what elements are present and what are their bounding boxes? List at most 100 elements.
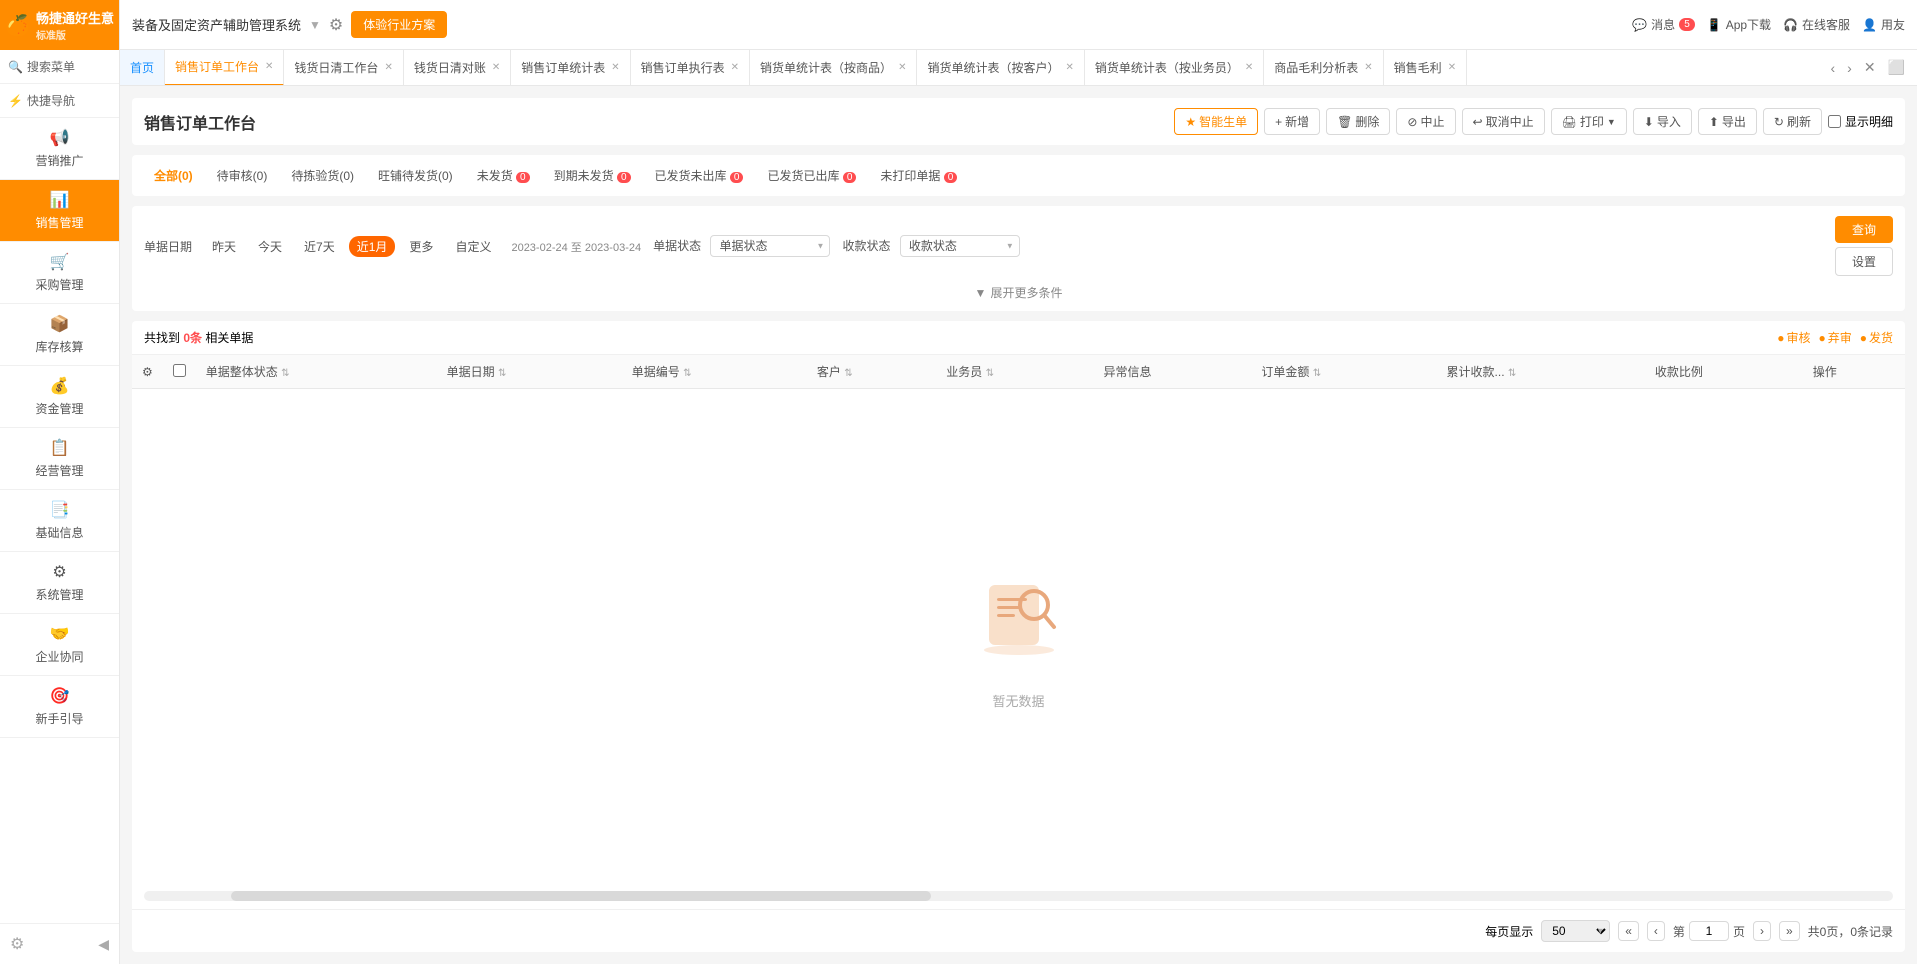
topbar-dropdown-icon[interactable]: ▼	[309, 18, 321, 32]
show-detail-label[interactable]: 显示明细	[1828, 113, 1893, 130]
tab-sale-profit-close[interactable]: ✕	[1448, 62, 1456, 73]
message-action[interactable]: 💬 消息 5	[1632, 16, 1695, 33]
tab-sale-stats[interactable]: 销售订单统计表 ✕	[511, 50, 630, 86]
smart-create-btn[interactable]: ★ 智能生单	[1174, 108, 1258, 135]
prev-page-btn[interactable]: ‹	[1647, 921, 1665, 941]
sidebar-item-base-info[interactable]: 📑 基础信息	[0, 490, 119, 552]
import-btn[interactable]: ⬇ 导入	[1633, 108, 1692, 135]
sidebar-quick-nav[interactable]: ⚡ 快捷导航	[0, 84, 119, 118]
sort-icon[interactable]: ⇅	[1313, 368, 1321, 379]
expand-filter-btn[interactable]: ▼ 展开更多条件	[975, 284, 1063, 301]
tab-home[interactable]: 首页	[120, 50, 165, 86]
settings-gear-icon[interactable]: ⚙	[142, 365, 153, 379]
sort-icon[interactable]: ⇅	[683, 368, 691, 379]
cancel-stop-btn[interactable]: ↩ 取消中止	[1462, 108, 1545, 135]
subtab-shipped-out[interactable]: 已发货已出库 0	[757, 163, 866, 188]
sort-icon[interactable]: ⇅	[844, 368, 852, 379]
status-filter-select[interactable]: 单据状态	[710, 235, 830, 257]
date-btn-more[interactable]: 更多	[401, 236, 441, 257]
subtab-not-shipped[interactable]: 未发货 0	[467, 163, 540, 188]
tab-sale-workbench-close[interactable]: ✕	[265, 61, 273, 72]
subtab-shipped-not-out[interactable]: 已发货未出库 0	[645, 163, 754, 188]
sort-icon[interactable]: ⇅	[498, 368, 506, 379]
subtab-pending-review[interactable]: 待审核(0)	[207, 163, 278, 188]
sidebar-item-sales[interactable]: 📊 销售管理	[0, 180, 119, 242]
date-btn-1month[interactable]: 近1月	[349, 236, 396, 257]
subtab-all[interactable]: 全部(0)	[144, 163, 203, 188]
review-btn[interactable]: ● 审核	[1777, 329, 1810, 346]
footer-settings-icon[interactable]: ⚙	[10, 934, 24, 954]
export-btn[interactable]: ⬆ 导出	[1698, 108, 1757, 135]
tab-maximize[interactable]: ⬜	[1884, 57, 1909, 78]
sort-icon[interactable]: ⇅	[986, 368, 994, 379]
delete-btn[interactable]: 🗑 删除	[1326, 108, 1390, 135]
sidebar-search[interactable]: 🔍 搜索菜单	[0, 50, 119, 84]
online-service-action[interactable]: 🎧 在线客服	[1783, 16, 1850, 33]
tab-cash-reconcile[interactable]: 钱货日清对账 ✕	[404, 50, 511, 86]
date-btn-7days[interactable]: 近7天	[296, 236, 343, 257]
horizontal-scrollbar[interactable]	[144, 891, 1893, 901]
tab-sale-workbench[interactable]: 销售订单工作台 ✕	[165, 50, 284, 86]
tab-sale-by-customer[interactable]: 销货单统计表（按客户） ✕	[917, 50, 1084, 86]
query-btn[interactable]: 查询	[1835, 216, 1893, 243]
show-detail-checkbox[interactable]	[1828, 115, 1841, 128]
tab-close-all[interactable]: ✕	[1860, 57, 1880, 78]
date-btn-custom[interactable]: 自定义	[447, 236, 499, 257]
tab-sale-stats-close[interactable]: ✕	[611, 62, 619, 73]
tab-cash-clear-close[interactable]: ✕	[384, 62, 392, 73]
subtab-wangpu[interactable]: 旺铺待发货(0)	[368, 163, 463, 188]
tab-nav-right[interactable]: ›	[1843, 58, 1856, 78]
tab-profit-analysis[interactable]: 商品毛利分析表 ✕	[1264, 50, 1383, 86]
tab-cash-reconcile-label: 钱货日清对账	[414, 59, 486, 76]
sidebar-item-guide[interactable]: 🎯 新手引导	[0, 676, 119, 738]
sort-icon[interactable]: ⇅	[1508, 368, 1516, 379]
tab-sale-by-staff-close[interactable]: ✕	[1245, 62, 1253, 73]
filter-settings-btn[interactable]: 设置	[1835, 247, 1893, 276]
app-download-action[interactable]: 📱 App下载	[1707, 16, 1771, 33]
next-page-btn[interactable]: ›	[1753, 921, 1771, 941]
first-page-btn[interactable]: «	[1618, 921, 1639, 941]
user-action[interactable]: 👤 用友	[1862, 16, 1905, 33]
tab-nav-left[interactable]: ‹	[1826, 58, 1839, 78]
subtab-expired-not-shipped[interactable]: 到期未发货 0	[544, 163, 641, 188]
sidebar-item-marketing[interactable]: 📢 营销推广	[0, 118, 119, 180]
refresh-btn[interactable]: ↻ 刷新	[1763, 108, 1822, 135]
sort-icon[interactable]: ⇅	[281, 368, 289, 379]
tab-sale-exec[interactable]: 销售订单执行表 ✕	[631, 50, 750, 86]
trial-btn[interactable]: 体验行业方案	[351, 11, 447, 38]
tab-sale-by-product-close[interactable]: ✕	[898, 62, 906, 73]
tab-sale-by-staff[interactable]: 销货单统计表（按业务员） ✕	[1085, 50, 1264, 86]
subtab-not-printed[interactable]: 未打印单据 0	[870, 163, 967, 188]
page-size-select[interactable]: 50 10 20 100	[1541, 920, 1610, 942]
sidebar-item-cooperation[interactable]: 🤝 企业协同	[0, 614, 119, 676]
sidebar-item-inventory[interactable]: 📦 库存核算	[0, 304, 119, 366]
sidebar-item-operations[interactable]: 📋 经营管理	[0, 428, 119, 490]
page-number-input[interactable]	[1689, 921, 1729, 941]
table-scroll[interactable]: ⚙ 单据整体状态 ⇅ 单据日期 ⇅	[132, 355, 1905, 389]
select-all-checkbox[interactable]	[173, 364, 186, 377]
topbar-settings-icon[interactable]: ⚙	[329, 15, 343, 35]
tab-cash-clear[interactable]: 钱货日清工作台 ✕	[284, 50, 403, 86]
sidebar-item-finance[interactable]: 💰 资金管理	[0, 366, 119, 428]
tab-sale-profit[interactable]: 销售毛利 ✕	[1384, 50, 1467, 86]
stop-btn[interactable]: ⊘ 中止	[1396, 108, 1455, 135]
ship-btn[interactable]: ● 发货	[1860, 329, 1893, 346]
abandon-review-btn[interactable]: ● 弃审	[1818, 329, 1851, 346]
sidebar-item-purchase[interactable]: 🛒 采购管理	[0, 242, 119, 304]
last-page-btn[interactable]: »	[1779, 921, 1800, 941]
tab-sale-exec-close[interactable]: ✕	[731, 62, 739, 73]
sidebar-item-system[interactable]: ⚙ 系统管理	[0, 552, 119, 614]
add-btn[interactable]: + 新增	[1264, 108, 1320, 135]
tab-profit-analysis-close[interactable]: ✕	[1364, 62, 1372, 73]
tab-cash-reconcile-close[interactable]: ✕	[492, 62, 500, 73]
scrollbar-thumb[interactable]	[231, 891, 931, 901]
tab-sale-by-product[interactable]: 销货单统计表（按商品） ✕	[750, 50, 917, 86]
footer-collapse-icon[interactable]: ◀	[98, 936, 109, 953]
payment-filter-select[interactable]: 收款状态	[900, 235, 1020, 257]
date-btn-yesterday[interactable]: 昨天	[204, 236, 244, 257]
date-btn-today[interactable]: 今天	[250, 236, 290, 257]
subtab-pending-pick[interactable]: 待拣验货(0)	[281, 163, 364, 188]
tab-sale-by-customer-close[interactable]: ✕	[1065, 62, 1073, 73]
print-btn[interactable]: 🖨 打印 ▼	[1551, 108, 1627, 135]
quick-label: 快捷导航	[27, 92, 75, 109]
